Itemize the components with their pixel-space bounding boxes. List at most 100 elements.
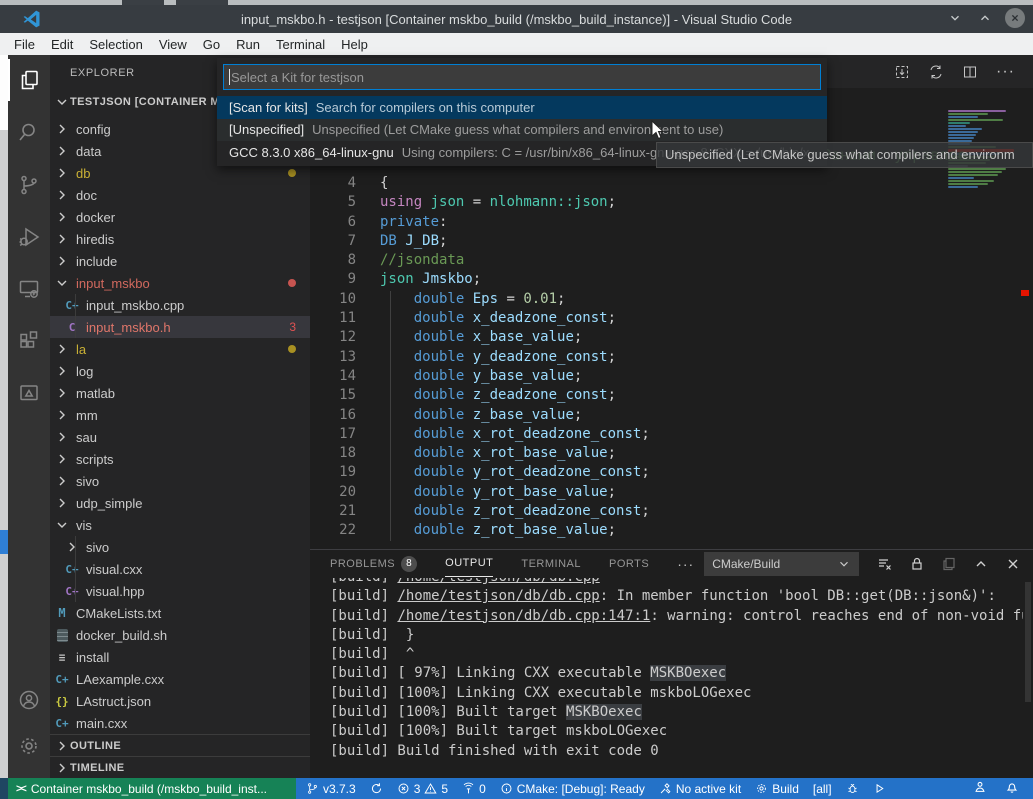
chevron-right-icon: [54, 209, 70, 225]
tree-item-lastruct-json[interactable]: {} LAstruct.json: [50, 690, 310, 712]
tree-item-doc[interactable]: doc: [50, 184, 310, 206]
chevron-right-icon: [54, 495, 70, 511]
tree-item-hiredis[interactable]: hiredis: [50, 228, 310, 250]
git-status-dot: [288, 345, 296, 353]
search-icon[interactable]: [8, 111, 50, 153]
tree-item-laexample-cxx[interactable]: C+ LAexample.cxx: [50, 668, 310, 690]
text-caret: [229, 69, 230, 85]
tree-item-visual-cxx[interactable]: C+ visual.cxx: [50, 558, 310, 580]
status-tools[interactable]: No active kit: [659, 782, 741, 796]
status-bug[interactable]: [846, 782, 859, 795]
tree-item-sivo[interactable]: sivo: [50, 470, 310, 492]
close-panel-icon[interactable]: [1005, 556, 1021, 572]
quickpick-input[interactable]: Select a Kit for testjson: [223, 64, 821, 90]
menu-edit[interactable]: Edit: [43, 35, 81, 54]
source-control-icon[interactable]: [8, 164, 50, 206]
tree-item-label: CMakeLists.txt: [76, 605, 162, 621]
status-sync[interactable]: [370, 782, 383, 795]
git-status-dot: [288, 169, 296, 177]
status--all-[interactable]: [all]: [813, 782, 832, 796]
status-feedback-person-icon[interactable]: [973, 780, 987, 797]
open-in-editor-icon[interactable]: [941, 556, 957, 572]
tree-item-label: LAexample.cxx: [76, 671, 165, 687]
tree-item-la[interactable]: la: [50, 338, 310, 360]
problems-count-badge: 3: [289, 320, 296, 334]
panel-tab-problems[interactable]: PROBLEMS 8: [330, 550, 418, 577]
status-branch[interactable]: v3.7.3: [306, 782, 356, 796]
status-gear[interactable]: Build: [755, 782, 799, 796]
outline-section[interactable]: OUTLINE: [50, 734, 310, 756]
tree-item-main-cxx[interactable]: C+ main.cxx: [50, 712, 310, 734]
chevron-right-icon: [54, 341, 70, 357]
output-console[interactable]: [build] /home/testjson/db/db.cpp[build] …: [310, 578, 1023, 778]
code-line-12: 12 double x_base_value;: [339, 329, 583, 346]
status-bell-icon[interactable]: [1005, 780, 1019, 797]
tree-item-input-mskbo[interactable]: input_mskbo: [50, 272, 310, 294]
more-actions-icon[interactable]: ···: [996, 63, 1015, 81]
tree-item-log[interactable]: log: [50, 360, 310, 382]
menu-run[interactable]: Run: [228, 35, 268, 54]
explorer-icon[interactable]: [8, 59, 50, 101]
clear-output-icon[interactable]: [877, 556, 893, 572]
code-line-21: 21 double z_rot_deadzone_const;: [339, 503, 650, 520]
file-link[interactable]: /home/testjson/db/db.cpp: [397, 588, 599, 604]
menu-help[interactable]: Help: [333, 35, 376, 54]
minimize-button[interactable]: [945, 8, 965, 28]
tree-item-label: config: [76, 121, 111, 137]
code-editor[interactable]: 4{5 using json = nlohmann::json; 6 private:…: [310, 174, 1033, 541]
maximize-button[interactable]: [975, 8, 995, 28]
compare-cycle-icon[interactable]: [928, 64, 944, 80]
close-button[interactable]: [1005, 8, 1025, 28]
panel-tab-ports[interactable]: PORTS: [609, 550, 649, 577]
tree-item-input-mskbo-h[interactable]: Cinput_mskbo.h 3: [50, 316, 310, 338]
output-channel-select[interactable]: CMake/Build: [704, 551, 859, 576]
menu-view[interactable]: View: [151, 35, 195, 54]
extensions-icon[interactable]: [8, 320, 50, 362]
status-broadcast[interactable]: 0: [462, 782, 486, 796]
tree-item-udp-simple[interactable]: udp_simple: [50, 492, 310, 514]
run-build-icon[interactable]: [894, 64, 910, 80]
tree-item-cmakelists-txt[interactable]: M CMakeLists.txt: [50, 602, 310, 624]
tree-item-scripts[interactable]: scripts: [50, 448, 310, 470]
tree-item-docker[interactable]: docker: [50, 206, 310, 228]
code-line-14: 14 double y_base_value;: [339, 367, 583, 384]
split-editor-icon[interactable]: [962, 64, 978, 80]
status-error[interactable]: 35: [397, 782, 448, 796]
tree-item-sivo[interactable]: sivo: [50, 536, 310, 558]
panel-scrollbar[interactable]: [1025, 582, 1031, 702]
panel-warning-icon[interactable]: [8, 372, 50, 414]
file-link[interactable]: /home/testjson/db/db.cpp: [397, 578, 599, 585]
tree-item-input-mskbo-cpp[interactable]: C+ input_mskbo.cpp: [50, 294, 310, 316]
panel-tab-output[interactable]: OUTPUT: [445, 550, 494, 577]
remote-indicator[interactable]: >< Container mskbo_build (/mskbo_build_i…: [8, 778, 296, 799]
timeline-section[interactable]: TIMELINE: [50, 756, 310, 778]
tree-item-install[interactable]: ≡ install: [50, 646, 310, 668]
panel-tab-terminal[interactable]: TERMINAL: [521, 550, 581, 577]
chevron-right-icon: [54, 473, 70, 489]
status-info[interactable]: CMake: [Debug]: Ready: [500, 782, 645, 796]
menu-file[interactable]: File: [6, 35, 43, 54]
menu-terminal[interactable]: Terminal: [268, 35, 333, 54]
tree-item-include[interactable]: include: [50, 250, 310, 272]
file-link[interactable]: /home/testjson/db/db.cpp:147:1: [397, 608, 650, 624]
tree-item-matlab[interactable]: matlab: [50, 382, 310, 404]
tree-item-sau[interactable]: sau: [50, 426, 310, 448]
account-icon[interactable]: [8, 679, 50, 721]
tree-item-label: main.cxx: [76, 715, 128, 731]
quickpick-item-scan-for-kits[interactable]: [Scan for kits] Search for compilers on …: [217, 96, 827, 119]
status-play[interactable]: [873, 782, 886, 795]
bottom-panel: PROBLEMS 8 OUTPUT TERMINAL PORTS ··· CMake/Bui…: [310, 549, 1033, 778]
quickpick-item-unspecified[interactable]: [Unspecified] Unspecified (Let CMake gue…: [217, 118, 827, 141]
lock-icon[interactable]: [909, 556, 925, 572]
menu-selection[interactable]: Selection: [81, 35, 150, 54]
maximize-panel-icon[interactable]: [973, 556, 989, 572]
tree-item-visual-hpp[interactable]: C+ visual.hpp: [50, 580, 310, 602]
remote-explorer-icon[interactable]: [8, 268, 50, 310]
tree-item-docker-build-sh[interactable]: docker_build.sh: [50, 624, 310, 646]
panel-more-tabs-icon[interactable]: ···: [677, 556, 694, 572]
tree-item-mm[interactable]: mm: [50, 404, 310, 426]
run-debug-icon[interactable]: [8, 216, 50, 258]
settings-icon[interactable]: [8, 725, 50, 767]
menu-go[interactable]: Go: [195, 35, 228, 54]
tree-item-vis[interactable]: vis: [50, 514, 310, 536]
